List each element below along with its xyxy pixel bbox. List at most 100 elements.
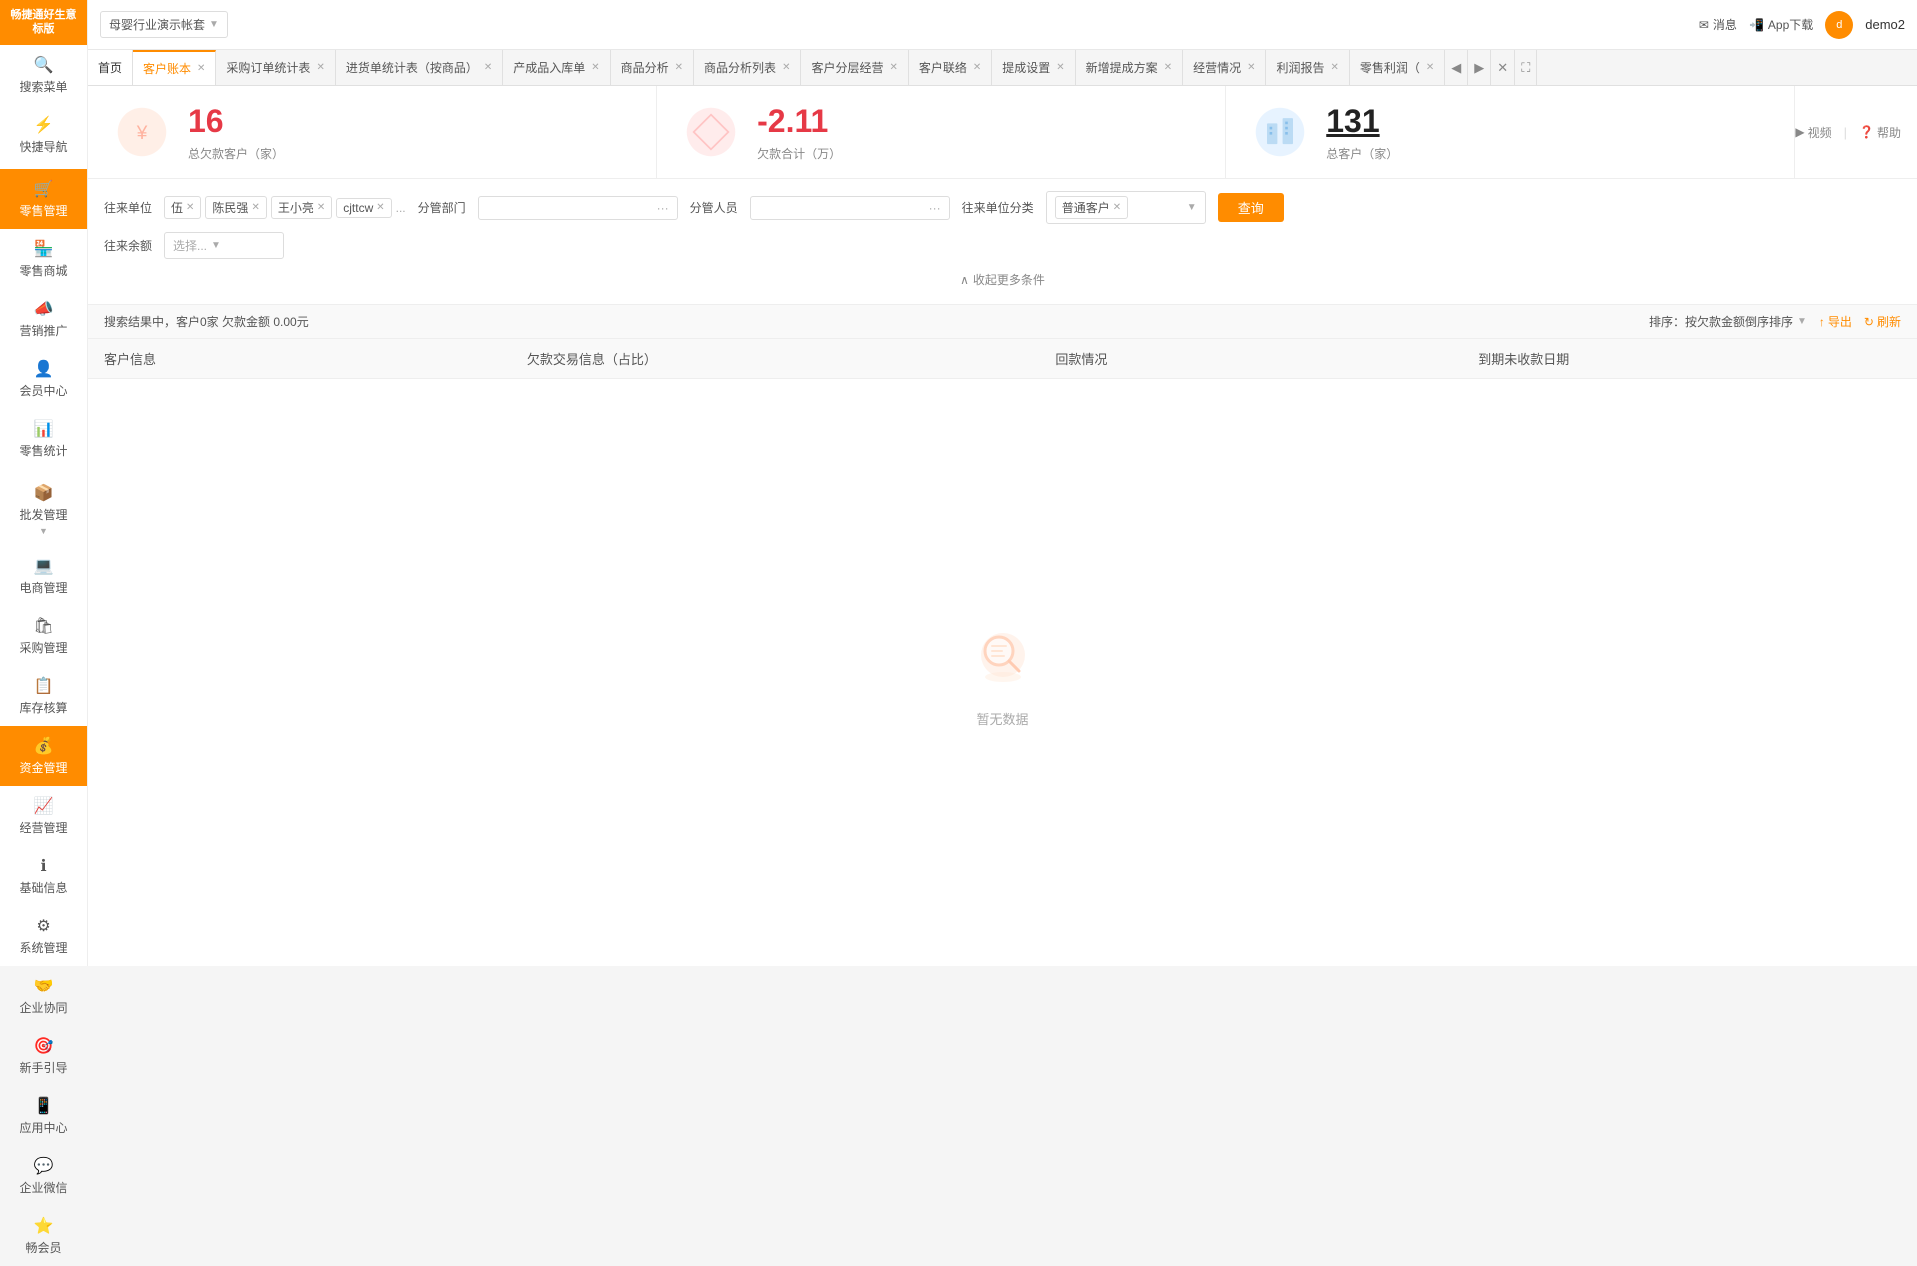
unit-class-tag-close[interactable]: ✕ xyxy=(1113,202,1121,213)
unit-tag-cjttcw: cjttcw ✕ xyxy=(336,198,391,218)
sidebar-item-basic[interactable]: ℹ 基础信息 xyxy=(0,846,87,906)
balance-filter-select[interactable]: 选择... ▼ xyxy=(164,232,284,259)
sidebar-item-retail-stats[interactable]: 📊 零售统计 xyxy=(0,409,87,469)
tab-close-icon[interactable]: ✕ xyxy=(1426,62,1434,73)
user-name[interactable]: demo2 xyxy=(1865,17,1905,32)
app-download-btn[interactable]: 📲 App下载 xyxy=(1749,16,1813,33)
sidebar-item-retail[interactable]: 🛒 零售管理 xyxy=(0,169,87,229)
tab-close-icon[interactable]: ✕ xyxy=(1331,62,1339,73)
refresh-btn[interactable]: ↻ 刷新 xyxy=(1864,313,1901,330)
tab-scroll-right[interactable]: ▶ xyxy=(1468,50,1491,86)
dept-filter-select[interactable]: ··· xyxy=(478,196,678,220)
stat-value-debt-customers: 16 xyxy=(188,102,632,140)
tab-close-icon[interactable]: ✕ xyxy=(675,62,683,73)
account-selector[interactable]: 母婴行业演示帐套 ▼ xyxy=(100,11,228,38)
member-icon: 👤 xyxy=(34,359,54,379)
result-bar: 搜索结果中，客户0家 欠款金额 0.00元 排序：按欠款金额倒序排序 ▼ ↑ 导… xyxy=(88,305,1917,339)
tab-profit-report-label: 利润报告 xyxy=(1276,59,1324,76)
sidebar-item-label: 经营管理 xyxy=(19,819,67,836)
sidebar-item-ecommerce[interactable]: 💻 电商管理 xyxy=(0,546,87,606)
tab-retail-profit[interactable]: 零售利润（ ✕ xyxy=(1350,50,1445,86)
unit-tag-wu: 伍 ✕ xyxy=(164,196,201,219)
sidebar-item-marketing[interactable]: 📣 营销推广 xyxy=(0,289,87,349)
export-icon: ↑ xyxy=(1819,315,1825,329)
sidebar-item-operation[interactable]: 📈 经营管理 xyxy=(0,786,87,846)
topbar: 母婴行业演示帐套 ▼ ✉ 消息 📲 App下载 d demo2 xyxy=(88,0,1917,50)
stat-links: ▶ 视频 | ❓ 帮助 xyxy=(1795,86,1917,178)
sidebar-item-wechat[interactable]: 💬 企业微信 xyxy=(0,1146,87,1206)
sidebar-item-label: 零售商城 xyxy=(19,262,67,279)
tab-close-icon[interactable]: ✕ xyxy=(591,62,599,73)
tab-product-analysis[interactable]: 商品分析 ✕ xyxy=(611,50,694,86)
tab-profit-report[interactable]: 利润报告 ✕ xyxy=(1266,50,1349,86)
query-button[interactable]: 查询 xyxy=(1218,193,1284,222)
sidebar-item-member[interactable]: 👤 会员中心 xyxy=(0,349,87,409)
sidebar-item-search[interactable]: 🔍 搜索菜单 xyxy=(0,45,87,105)
tab-customer-contact[interactable]: 客户联络 ✕ xyxy=(909,50,992,86)
sidebar-item-vip[interactable]: ⭐ 畅会员 xyxy=(0,1206,87,1266)
export-btn[interactable]: ↑ 导出 xyxy=(1819,313,1852,330)
sidebar-item-finance[interactable]: 💰 资金管理 xyxy=(0,726,87,786)
unit-tag-chen-close[interactable]: ✕ xyxy=(251,202,259,213)
tab-produce-stock[interactable]: 产成品入库单 ✕ xyxy=(503,50,610,86)
tab-close-icon[interactable]: ✕ xyxy=(1247,62,1255,73)
sidebar-item-enterprise[interactable]: 🤝 企业协同 xyxy=(0,966,87,1026)
tab-new-promo[interactable]: 新增提成方案 ✕ xyxy=(1076,50,1183,86)
unit-tag-wang-close[interactable]: ✕ xyxy=(317,202,325,213)
tab-customer-segment[interactable]: 客户分层经营 ✕ xyxy=(801,50,908,86)
unit-class-filter-select[interactable]: 普通客户 ✕ ▼ xyxy=(1046,191,1206,224)
tab-close-icon[interactable]: ✕ xyxy=(1056,62,1064,73)
stat-card-total-customers: 131 总客户（家） xyxy=(1226,86,1795,178)
collapse-label: 收起更多条件 xyxy=(973,271,1045,288)
message-label: 消息 xyxy=(1713,16,1737,33)
sys-icon: ⚙ xyxy=(36,916,50,936)
tab-accounts-label: 客户账本 xyxy=(143,60,191,77)
unit-tag-wu-close[interactable]: ✕ xyxy=(186,202,194,213)
sidebar-item-label: 企业微信 xyxy=(19,1179,67,1196)
sort-select[interactable]: 排序：按欠款金额倒序排序 ▼ xyxy=(1649,313,1807,330)
finance-icon: 💰 xyxy=(34,736,54,756)
sidebar-item-purchase[interactable]: 🛍 采购管理 xyxy=(0,606,87,666)
unit-tag-more[interactable]: ... xyxy=(396,201,406,215)
sidebar-item-quick[interactable]: ⚡ 快捷导航 xyxy=(0,105,87,165)
video-link[interactable]: ▶ 视频 xyxy=(1795,124,1831,141)
vip-icon: ⭐ xyxy=(34,1216,54,1236)
tab-promo-settings[interactable]: 提成设置 ✕ xyxy=(992,50,1075,86)
table-header: 客户信息 欠款交易信息（占比） 回款情况 到期未收款日期 xyxy=(88,339,1917,379)
sidebar-item-app-center[interactable]: 📱 应用中心 xyxy=(0,1086,87,1146)
stat-icon-money: ¥ xyxy=(112,102,172,162)
unit-class-filter-label: 往来单位分类 xyxy=(962,199,1034,216)
collapse-btn[interactable]: ∧ 收起更多条件 xyxy=(104,267,1901,292)
unit-tag-cjttcw-close[interactable]: ✕ xyxy=(376,202,384,213)
message-btn[interactable]: ✉ 消息 xyxy=(1699,16,1737,33)
basic-icon: ℹ xyxy=(40,856,46,876)
tab-accounts[interactable]: 客户账本 ✕ xyxy=(133,50,216,86)
tab-fullscreen[interactable]: ⛶ xyxy=(1515,50,1537,86)
tab-close-icon[interactable]: ✕ xyxy=(484,62,492,73)
tab-close-icon[interactable]: ✕ xyxy=(973,62,981,73)
tab-scroll-left[interactable]: ◀ xyxy=(1445,50,1468,86)
sidebar-item-new-guide[interactable]: 🎯 新手引导 xyxy=(0,1026,87,1086)
tab-close-icon[interactable]: ✕ xyxy=(1164,62,1172,73)
help-link[interactable]: ❓ 帮助 xyxy=(1859,124,1901,141)
sidebar-item-sys[interactable]: ⚙ 系统管理 xyxy=(0,906,87,966)
tab-stock-stats[interactable]: 进货单统计表（按商品） ✕ xyxy=(336,50,503,86)
sidebar-item-inventory[interactable]: 📋 库存核算 xyxy=(0,666,87,726)
sidebar-item-wholesale[interactable]: 📦 批发管理 ▼ xyxy=(0,473,87,546)
tab-close-all[interactable]: ✕ xyxy=(1491,50,1515,86)
sidebar-item-retail-mall[interactable]: 🏪 零售商城 xyxy=(0,229,87,289)
enterprise-icon: 🤝 xyxy=(34,976,54,996)
quick-icon: ⚡ xyxy=(34,115,54,135)
tab-product-analysis-list[interactable]: 商品分析列表 ✕ xyxy=(694,50,801,86)
stat-value-debt-amount: -2.11 xyxy=(757,102,1201,140)
tab-close-icon[interactable]: ✕ xyxy=(197,63,205,74)
tab-purchase-orders[interactable]: 采购订单统计表 ✕ xyxy=(216,50,335,86)
person-filter-select[interactable]: ··· xyxy=(750,196,950,220)
tab-close-icon[interactable]: ✕ xyxy=(316,62,324,73)
tab-close-icon[interactable]: ✕ xyxy=(782,62,790,73)
tab-close-icon[interactable]: ✕ xyxy=(889,62,897,73)
search-icon: 🔍 xyxy=(34,55,54,75)
tab-home[interactable]: 首页 xyxy=(88,50,133,86)
tab-operation[interactable]: 经营情况 ✕ xyxy=(1183,50,1266,86)
avatar[interactable]: d xyxy=(1825,11,1853,39)
